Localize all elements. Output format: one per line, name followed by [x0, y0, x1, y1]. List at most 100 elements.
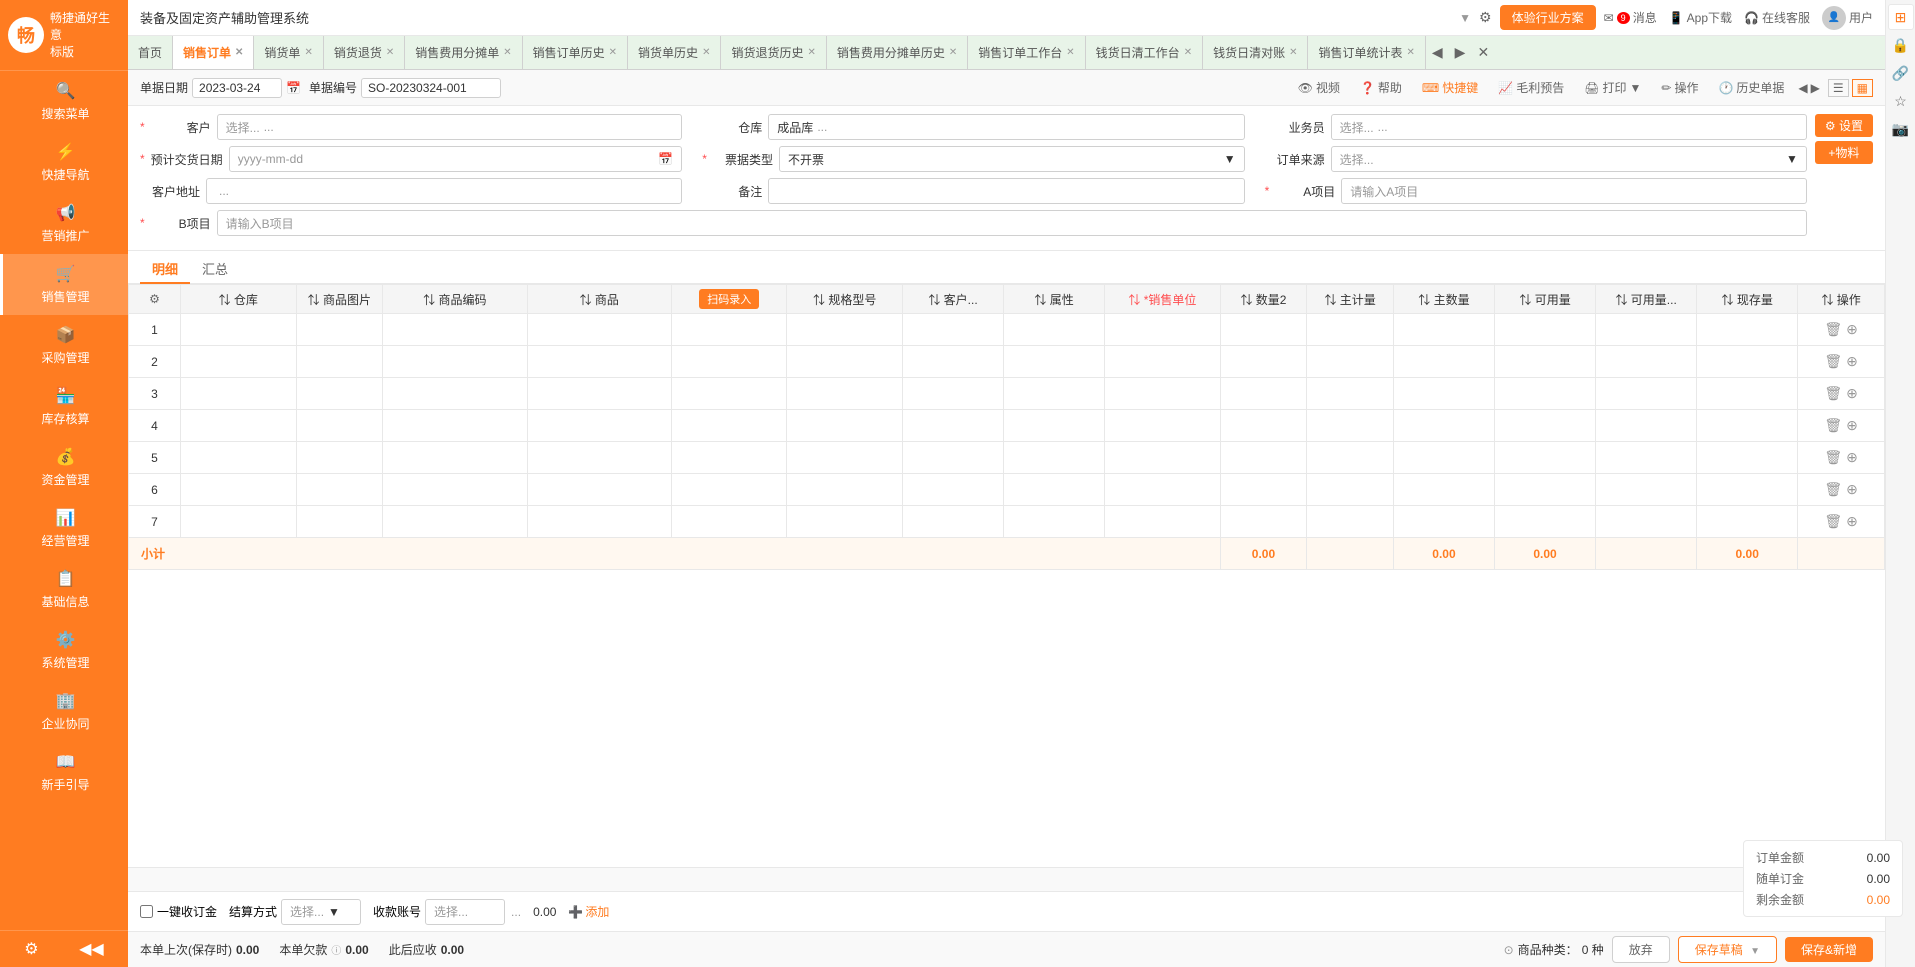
cell-main_qty[interactable] [1393, 442, 1494, 474]
cell-main_unit[interactable] [1307, 346, 1394, 378]
sidebar-item-search[interactable]: 🔍搜索菜单 [0, 71, 128, 132]
cell-qty2[interactable] [1220, 442, 1307, 474]
cell-main_qty[interactable] [1393, 314, 1494, 346]
cell-main_unit[interactable] [1307, 474, 1394, 506]
detail-tab-0[interactable]: 明细 [140, 255, 190, 284]
cell-qty2[interactable] [1220, 346, 1307, 378]
copy-icon[interactable]: ⊕ [1846, 385, 1858, 402]
cell-img[interactable] [296, 410, 383, 442]
cell-warehouse[interactable] [180, 314, 296, 346]
cell-main_qty[interactable] [1393, 346, 1494, 378]
order-source-select[interactable]: 选择... ▼ [1331, 146, 1807, 172]
cell-op[interactable]: 🗑⊕ [1798, 378, 1885, 410]
tab-5[interactable]: 销售订单历史✕ [523, 36, 628, 69]
cell-op[interactable]: 🗑⊕ [1798, 506, 1885, 538]
cell-attr[interactable] [1004, 346, 1105, 378]
customer-input[interactable]: 选择... ... [217, 114, 683, 140]
tab-2[interactable]: 销货单✕ [254, 36, 323, 69]
cell-spec[interactable] [787, 474, 903, 506]
cell-unit[interactable] [1105, 378, 1221, 410]
sidebar-item-guide[interactable]: 📖新手引导 [0, 742, 128, 803]
sidebar-item-quick-nav[interactable]: ⚡快捷导航 [0, 132, 128, 193]
cell-cust[interactable] [902, 346, 1003, 378]
cell-avail2[interactable] [1596, 314, 1697, 346]
copy-icon[interactable]: ⊕ [1846, 353, 1858, 370]
cell-spec[interactable] [787, 314, 903, 346]
cell-scan[interactable] [671, 474, 787, 506]
tab-close-7[interactable]: ✕ [807, 47, 815, 58]
cell-code[interactable] [383, 410, 527, 442]
tab-close-10[interactable]: ✕ [1184, 47, 1192, 58]
cell-unit[interactable] [1105, 314, 1221, 346]
cell-avail2[interactable] [1596, 346, 1697, 378]
cell-img[interactable] [296, 506, 383, 538]
cell-warehouse[interactable] [180, 378, 296, 410]
cell-main_qty[interactable] [1393, 474, 1494, 506]
tab-7[interactable]: 销货退货历史✕ [721, 36, 826, 69]
cell-spec[interactable] [787, 410, 903, 442]
cell-product[interactable] [527, 346, 671, 378]
cell-warehouse[interactable] [180, 474, 296, 506]
right-panel-scan-icon[interactable]: 📷 [1888, 116, 1914, 142]
cell-img[interactable] [296, 314, 383, 346]
cell-code[interactable] [383, 346, 527, 378]
cell-avail[interactable] [1495, 410, 1596, 442]
tab-8[interactable]: 销售费用分摊单历史✕ [827, 36, 968, 69]
cell-cust[interactable] [902, 474, 1003, 506]
tab-next-button[interactable]: ▶ [1449, 44, 1472, 61]
cell-op[interactable]: 🗑⊕ [1798, 314, 1885, 346]
sidebar-item-sales[interactable]: 🛒销售管理 [0, 254, 128, 315]
tab-close-all-button[interactable]: ✕ [1471, 44, 1495, 61]
settings-button[interactable]: ⚙ 设置 [1815, 114, 1873, 137]
cell-main_qty[interactable] [1393, 506, 1494, 538]
sidebar-item-basic-info[interactable]: 📋基础信息 [0, 559, 128, 620]
cell-attr[interactable] [1004, 506, 1105, 538]
cell-main_qty[interactable] [1393, 410, 1494, 442]
delete-icon[interactable]: 🗑 [1824, 481, 1842, 498]
cell-img[interactable] [296, 346, 383, 378]
right-panel-lock-icon[interactable]: 🔒 [1888, 32, 1914, 58]
help-button[interactable]: ❓ 帮助 [1354, 77, 1408, 98]
cell-avail2[interactable] [1596, 378, 1697, 410]
cell-avail[interactable] [1495, 346, 1596, 378]
cell-code[interactable] [383, 506, 527, 538]
tab-1[interactable]: 销售订单✕ [173, 36, 254, 69]
date-picker-icon[interactable]: 📅 [658, 152, 673, 166]
tab-4[interactable]: 销售费用分摊单✕ [405, 36, 522, 69]
cell-attr[interactable] [1004, 410, 1105, 442]
cell-op[interactable]: 🗑⊕ [1798, 474, 1885, 506]
cell-product[interactable] [527, 410, 671, 442]
tab-close-2[interactable]: ✕ [304, 47, 312, 58]
cell-scan[interactable] [671, 506, 787, 538]
tab-3[interactable]: 销货退货✕ [324, 36, 405, 69]
tab-12[interactable]: 销售订单统计表✕ [1308, 36, 1425, 69]
tab-6[interactable]: 销货单历史✕ [628, 36, 721, 69]
cell-qty2[interactable] [1220, 410, 1307, 442]
shortcut-button[interactable]: ⌨ 快捷键 [1416, 77, 1484, 98]
delivery-date-input[interactable]: yyyy-mm-dd 📅 [229, 146, 683, 172]
cell-avail[interactable] [1495, 506, 1596, 538]
cell-attr[interactable] [1004, 442, 1105, 474]
copy-icon[interactable]: ⊕ [1846, 417, 1858, 434]
right-panel-view-icon[interactable]: ⊞ [1888, 4, 1914, 30]
payment-method-select[interactable]: 选择... ▼ [281, 899, 361, 925]
cell-warehouse[interactable] [180, 410, 296, 442]
cell-avail[interactable] [1495, 378, 1596, 410]
app-download-button[interactable]: 📱 App下载 [1669, 9, 1732, 26]
cell-product[interactable] [527, 314, 671, 346]
cell-spec[interactable] [787, 506, 903, 538]
delete-icon[interactable]: 🗑 [1824, 385, 1842, 402]
customer-addr-input[interactable]: ... [206, 178, 682, 204]
copy-icon[interactable]: ⊕ [1846, 449, 1858, 466]
cell-stock[interactable] [1697, 442, 1798, 474]
cell-scan[interactable] [671, 378, 787, 410]
tab-close-12[interactable]: ✕ [1407, 47, 1415, 58]
settings-gear-icon[interactable]: ⚙ [1479, 9, 1492, 26]
cell-op[interactable]: 🗑⊕ [1798, 442, 1885, 474]
invoice-type-select[interactable]: 不开票 ▼ [779, 146, 1245, 172]
cell-stock[interactable] [1697, 378, 1798, 410]
copy-icon[interactable]: ⊕ [1846, 481, 1858, 498]
cell-stock[interactable] [1697, 410, 1798, 442]
cell-main_unit[interactable] [1307, 314, 1394, 346]
add-goods-button[interactable]: +物料 [1815, 141, 1873, 164]
